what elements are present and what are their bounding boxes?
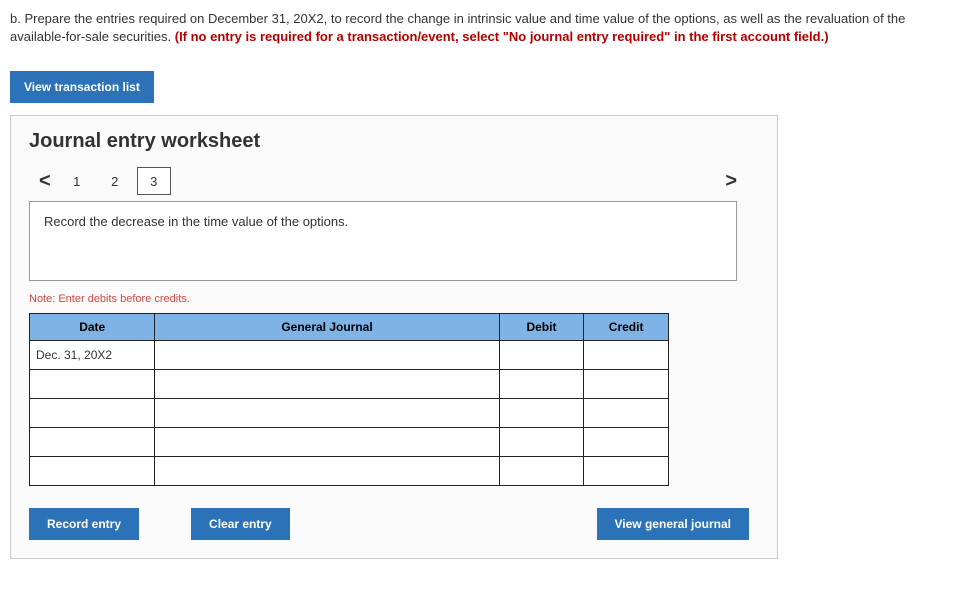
th-debit: Debit — [499, 314, 584, 341]
cell-general-journal[interactable] — [155, 341, 499, 370]
chevron-left-icon[interactable]: < — [29, 170, 61, 193]
cell-general-journal[interactable] — [155, 399, 499, 428]
cell-date[interactable] — [30, 457, 155, 486]
tab-1[interactable]: 1 — [61, 168, 93, 194]
view-transaction-list-button[interactable]: View transaction list — [10, 71, 154, 103]
cell-date[interactable] — [30, 370, 155, 399]
cell-general-journal[interactable] — [155, 457, 499, 486]
cell-debit[interactable] — [499, 341, 584, 370]
cell-credit[interactable] — [584, 457, 669, 486]
tab-3[interactable]: 3 — [137, 167, 171, 195]
button-row: Record entry Clear entry View general jo… — [29, 508, 749, 540]
chevron-right-icon[interactable]: > — [715, 170, 747, 193]
th-date: Date — [30, 314, 155, 341]
table-row — [30, 399, 669, 428]
worksheet-panel: Journal entry worksheet < 1 2 3 > Record… — [10, 115, 778, 559]
table-row — [30, 428, 669, 457]
tab-2[interactable]: 2 — [99, 168, 131, 194]
cell-debit[interactable] — [499, 399, 584, 428]
cell-general-journal[interactable] — [155, 370, 499, 399]
question-red: (If no entry is required for a transacti… — [175, 29, 829, 44]
journal-entry-table: Date General Journal Debit Credit Dec. 3… — [29, 313, 669, 486]
th-credit: Credit — [584, 314, 669, 341]
cell-debit[interactable] — [499, 428, 584, 457]
table-row — [30, 457, 669, 486]
tabs-row: < 1 2 3 > — [29, 167, 759, 195]
th-general-journal: General Journal — [155, 314, 499, 341]
cell-date[interactable] — [30, 399, 155, 428]
cell-debit[interactable] — [499, 370, 584, 399]
table-row: Dec. 31, 20X2 — [30, 341, 669, 370]
view-general-journal-button[interactable]: View general journal — [597, 508, 749, 540]
cell-date[interactable] — [30, 428, 155, 457]
cell-date[interactable]: Dec. 31, 20X2 — [30, 341, 155, 370]
cell-credit[interactable] — [584, 428, 669, 457]
cell-credit[interactable] — [584, 341, 669, 370]
note-text: Note: Enter debits before credits. — [29, 293, 759, 305]
instruction-box: Record the decrease in the time value of… — [29, 201, 737, 281]
table-row — [30, 370, 669, 399]
question-text: b. Prepare the entries required on Decem… — [10, 10, 955, 46]
cell-debit[interactable] — [499, 457, 584, 486]
cell-credit[interactable] — [584, 399, 669, 428]
clear-entry-button[interactable]: Clear entry — [191, 508, 290, 540]
worksheet-title: Journal entry worksheet — [29, 130, 759, 153]
record-entry-button[interactable]: Record entry — [29, 508, 139, 540]
cell-credit[interactable] — [584, 370, 669, 399]
cell-general-journal[interactable] — [155, 428, 499, 457]
